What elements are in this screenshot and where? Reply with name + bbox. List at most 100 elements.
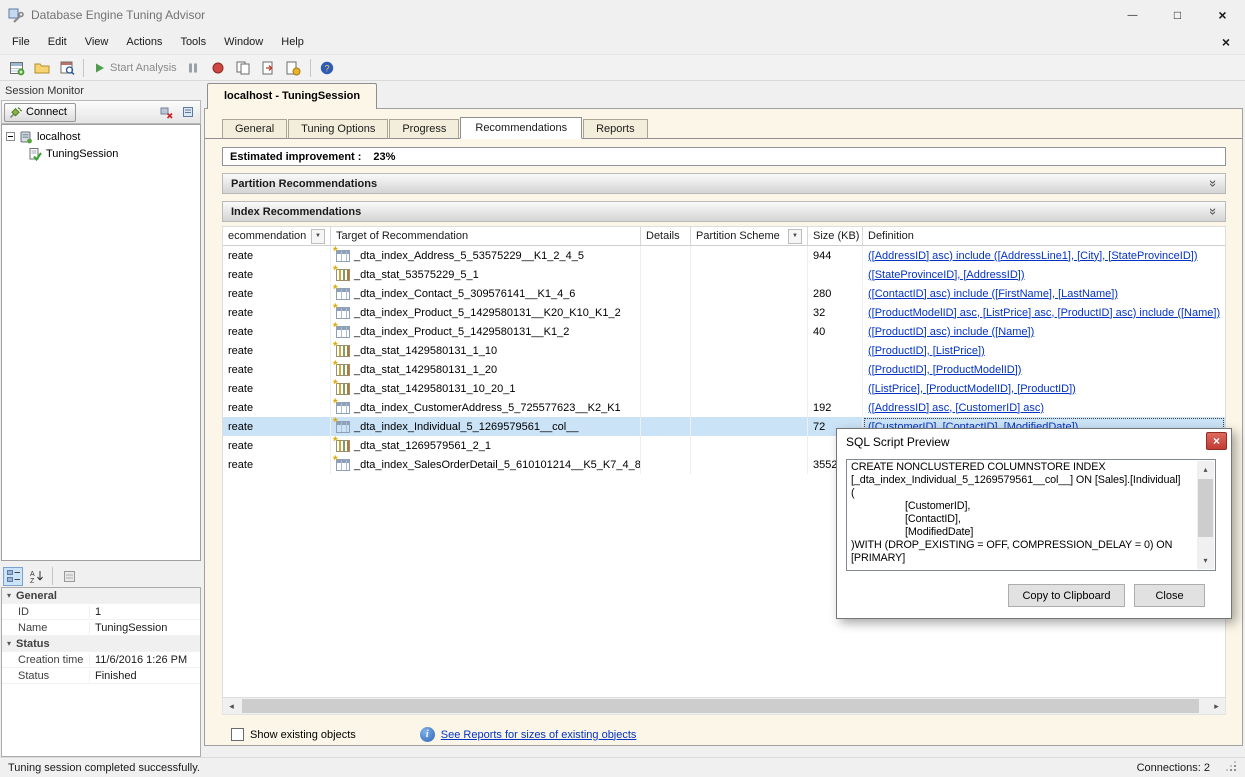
property-name: Status xyxy=(16,638,50,650)
table-row[interactable]: reate _dta_stat_1429580131_1_20 ([Produc… xyxy=(223,360,1225,379)
table-row[interactable]: reate _dta_index_Contact_5_309576141__K1… xyxy=(223,284,1225,303)
categorized-button[interactable] xyxy=(3,567,23,586)
definition-cell: ([ProductModelID] asc, [ListPrice] asc, … xyxy=(863,303,1225,322)
resize-grip-icon[interactable] xyxy=(1226,762,1237,773)
close-dialog-button[interactable]: Close xyxy=(1134,584,1205,607)
details-cell xyxy=(641,379,691,398)
column-header-recommendation: ecommendation xyxy=(223,227,331,245)
table-row[interactable]: reate _dta_index_Product_5_1429580131__K… xyxy=(223,322,1225,341)
scroll-right-icon[interactable] xyxy=(1208,698,1225,714)
menu-item[interactable]: Actions xyxy=(117,32,171,52)
column-label: Target of Recommendation xyxy=(336,230,468,242)
menu-item[interactable]: Edit xyxy=(39,32,76,52)
tab[interactable]: Progress xyxy=(389,119,459,139)
close-button[interactable] xyxy=(1200,0,1245,30)
chevron-down-icon[interactable] xyxy=(1206,208,1221,215)
definition-link[interactable]: ([ProductModelID] asc, [ListPrice] asc, … xyxy=(868,307,1220,319)
filter-dropdown-icon[interactable] xyxy=(311,229,325,244)
copy-session-button[interactable] xyxy=(232,57,255,79)
copy-to-clipboard-button[interactable]: Copy to Clipboard xyxy=(1008,584,1125,607)
collapse-expander-icon[interactable] xyxy=(6,132,15,141)
menu-item[interactable]: Window xyxy=(215,32,272,52)
property-row[interactable]: General xyxy=(2,588,200,604)
scroll-left-icon[interactable] xyxy=(223,698,240,714)
chevron-down-icon[interactable] xyxy=(1206,180,1221,187)
property-row[interactable]: ID 1 xyxy=(2,604,200,620)
toolbar-separator xyxy=(310,59,311,77)
show-existing-checkbox[interactable] xyxy=(231,728,244,741)
property-pages-button[interactable] xyxy=(59,567,79,586)
menu-item[interactable]: File xyxy=(3,32,39,52)
clear-session-button[interactable] xyxy=(178,102,198,122)
definition-cell: ([AddressID] asc) include ([AddressLine1… xyxy=(863,246,1225,265)
definition-link[interactable]: ([AddressID] asc, [CustomerID] asc) xyxy=(868,402,1044,414)
dialog-title-bar[interactable]: SQL Script Preview xyxy=(837,429,1231,455)
table-row[interactable]: reate _dta_index_Address_5_53575229__K1_… xyxy=(223,246,1225,265)
connect-button[interactable]: Connect xyxy=(4,103,76,122)
horizontal-scrollbar[interactable] xyxy=(222,698,1226,715)
stop-analysis-button[interactable] xyxy=(207,57,230,79)
status-bar: Tuning session completed successfully. C… xyxy=(0,757,1245,777)
property-row[interactable]: Status xyxy=(2,636,200,652)
index-recommendations-header[interactable]: Index Recommendations xyxy=(222,201,1226,222)
session-report-button[interactable] xyxy=(55,57,78,79)
tab[interactable]: Tuning Options xyxy=(288,119,388,139)
open-session-button[interactable] xyxy=(30,57,53,79)
menu-item[interactable]: Help xyxy=(272,32,313,52)
report-icon xyxy=(59,60,75,76)
menu-item[interactable]: View xyxy=(76,32,118,52)
target-cell: _dta_index_Address_5_53575229__K1_2_4_5 xyxy=(331,246,641,265)
size-cell xyxy=(808,341,863,360)
new-session-button[interactable] xyxy=(5,57,28,79)
scroll-up-icon[interactable] xyxy=(1197,461,1214,478)
sql-script-textbox[interactable]: CREATE NONCLUSTERED COLUMNSTORE INDEX[_d… xyxy=(846,459,1216,571)
property-row[interactable]: Name TuningSession xyxy=(2,620,200,636)
table-row[interactable]: reate _dta_stat_53575229_5_1 ([StateProv… xyxy=(223,265,1225,284)
apply-recommendations-button[interactable] xyxy=(282,57,305,79)
table-row[interactable]: reate _dta_stat_1429580131_10_20_1 ([Lis… xyxy=(223,379,1225,398)
definition-link[interactable]: ([ProductID], [ListPrice]) xyxy=(868,345,985,357)
definition-link[interactable]: ([ContactID] asc) include ([FirstName], … xyxy=(868,288,1118,300)
scroll-thumb[interactable] xyxy=(242,699,1199,713)
table-row[interactable]: reate _dta_stat_1429580131_1_10 ([Produc… xyxy=(223,341,1225,360)
tab[interactable]: Recommendations xyxy=(460,117,582,139)
tab[interactable]: Reports xyxy=(583,119,648,139)
pause-analysis-button[interactable] xyxy=(182,57,205,79)
partition-recommendations-header[interactable]: Partition Recommendations xyxy=(222,173,1226,194)
scroll-down-icon[interactable] xyxy=(1197,552,1214,569)
column-header-definition: Definition xyxy=(863,227,1225,245)
filter-dropdown-icon[interactable] xyxy=(788,229,802,244)
tree-item-localhost[interactable]: localhost xyxy=(4,128,198,145)
tree-item-tuningsession[interactable]: TuningSession xyxy=(4,145,198,162)
vertical-scrollbar[interactable] xyxy=(1197,461,1214,569)
details-cell xyxy=(641,265,691,284)
help-button[interactable]: ? xyxy=(316,57,339,79)
definition-link[interactable]: ([ProductID], [ProductModelID]) xyxy=(868,364,1021,376)
definition-link[interactable]: ([StateProvinceID], [AddressID]) xyxy=(868,269,1025,281)
see-reports-link[interactable]: See Reports for sizes of existing object… xyxy=(441,729,637,741)
size-cell: 40 xyxy=(808,322,863,341)
definition-link[interactable]: ([ProductID] asc) include ([Name]) xyxy=(868,326,1034,338)
definition-link[interactable]: ([ListPrice], [ProductModelID], [Product… xyxy=(868,383,1076,395)
disconnect-button[interactable] xyxy=(156,102,176,122)
document-tab[interactable]: localhost - TuningSession xyxy=(207,83,377,109)
property-grid: General ID 1 Name TuningSession Status C… xyxy=(1,587,201,757)
tab[interactable]: General xyxy=(222,119,287,139)
target-cell: _dta_index_CustomerAddress_5_725577623__… xyxy=(331,398,641,417)
table-row[interactable]: reate _dta_index_Product_5_1429580131__K… xyxy=(223,303,1225,322)
sort-alphabetical-button[interactable]: AZ xyxy=(26,567,46,586)
start-analysis-button[interactable]: Start Analysis xyxy=(89,57,180,79)
scroll-thumb[interactable] xyxy=(1198,479,1213,537)
dialog-close-button[interactable] xyxy=(1206,432,1227,450)
maximize-button[interactable] xyxy=(1155,0,1200,30)
menu-item[interactable]: Tools xyxy=(171,32,215,52)
export-button[interactable] xyxy=(257,57,280,79)
property-value: 1 xyxy=(90,606,200,618)
details-cell xyxy=(641,360,691,379)
minimize-button[interactable] xyxy=(1110,0,1155,30)
close-document-icon[interactable] xyxy=(1222,34,1230,50)
definition-link[interactable]: ([AddressID] asc) include ([AddressLine1… xyxy=(868,250,1198,262)
property-row[interactable]: Status Finished xyxy=(2,668,200,684)
property-row[interactable]: Creation time 11/6/2016 1:26 PM xyxy=(2,652,200,668)
table-row[interactable]: reate _dta_index_CustomerAddress_5_72557… xyxy=(223,398,1225,417)
